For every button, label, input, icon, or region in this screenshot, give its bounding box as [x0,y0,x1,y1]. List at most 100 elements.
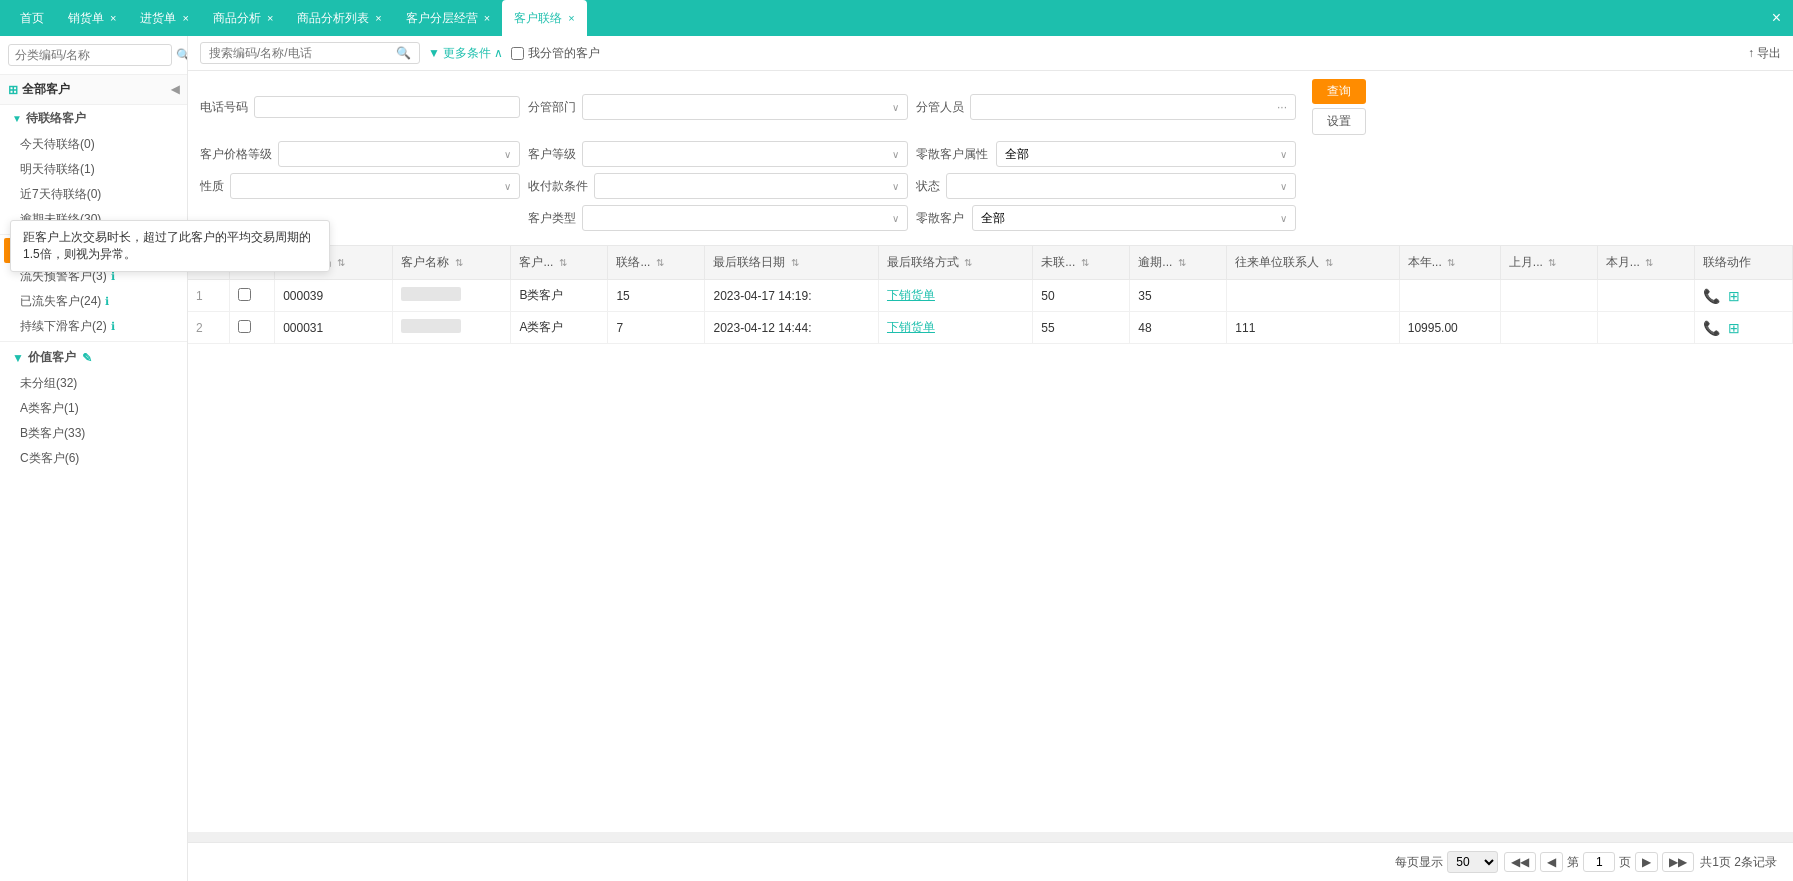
settings-button[interactable]: 设置 [1312,108,1366,135]
sidebar-item-class-b[interactable]: B类客户(33) [0,421,187,446]
page-number-input[interactable] [1583,852,1615,872]
query-button[interactable]: 查询 [1312,79,1366,104]
person-select[interactable]: ··· [970,94,1296,120]
info-icon[interactable]: ℹ [111,320,115,333]
value-customer-group[interactable]: ▼ 价值客户 ✎ [0,344,187,371]
col-last-contact-method[interactable]: 最后联络方式 ⇅ [878,246,1032,280]
edit-icon[interactable]: ✎ [82,351,92,365]
sidebar-item-ungrouped[interactable]: 未分组(32) [0,371,187,396]
col-contact-count[interactable]: 联络... ⇅ [608,246,705,280]
retail-attr-select[interactable]: 全部 ∨ [996,141,1296,167]
prev-page-button[interactable]: ◀ [1540,852,1563,872]
row-type-cell: A类客户 [511,312,608,344]
dept-select[interactable]: ∨ [582,94,908,120]
more-conditions-button[interactable]: ▼ 更多条件 ∧ [428,45,503,62]
contact-icon[interactable]: ⊞ [1728,320,1740,336]
data-table-container: ⚙ 客户编码 ⇅ 客户名称 ⇅ [188,246,1793,832]
sidebar-item-class-a[interactable]: A类客户(1) [0,396,187,421]
tab-product-analysis[interactable]: 商品分析 × [201,0,285,36]
col-last-month[interactable]: 上月... ⇅ [1500,246,1597,280]
sidebar-search-input[interactable] [8,44,172,66]
row-code-cell: 000031 [275,312,393,344]
sort-icon: ⇅ [1645,257,1653,268]
all-customers-header[interactable]: ⊞ 全部客户 ◀ [0,75,187,105]
row-checkbox-cell[interactable] [229,312,274,344]
tab-sales-order[interactable]: 销货单 × [56,0,128,36]
more-icon[interactable]: ··· [1277,100,1287,114]
row-checkbox[interactable] [238,320,251,333]
pagination-bar: 每页显示 50 100 200 ◀◀ ◀ 第 页 ▶ ▶▶ 共1页 2条记录 [188,842,1793,881]
sort-icon: ⇅ [1325,257,1333,268]
sidebar-item-declining[interactable]: 持续下滑客户(2) ℹ [0,314,187,339]
tab-product-analysis-list[interactable]: 商品分析列表 × [285,0,393,36]
search-icon[interactable]: 🔍 [396,46,411,60]
sidebar-item-today-pending[interactable]: 今天待联络(0) [0,132,187,157]
my-customer-check[interactable] [511,47,524,60]
search-icon[interactable]: 🔍 [176,48,188,62]
row-last-method-cell[interactable]: 下销货单 [878,280,1032,312]
status-select[interactable]: ∨ [946,173,1296,199]
gender-select[interactable]: ∨ [230,173,520,199]
pending-contact-group[interactable]: ▼ 待联络客户 [0,105,187,132]
close-icon[interactable]: × [568,12,574,24]
close-icon[interactable]: × [182,12,188,24]
col-last-contact-date[interactable]: 最后联络日期 ⇅ [705,246,879,280]
row-checkbox-cell[interactable] [229,280,274,312]
customer-level-filter: 客户等级 ∨ [528,141,908,167]
chevron-down-icon: ∨ [892,181,899,192]
info-icon[interactable]: ℹ [105,295,109,308]
col-customer-name[interactable]: 客户名称 ⇅ [393,246,511,280]
phone-icon[interactable]: 📞 [1703,320,1720,336]
row-checkbox[interactable] [238,288,251,301]
tab-customer-contact[interactable]: 客户联络 × [502,0,586,36]
col-customer-type[interactable]: 客户... ⇅ [511,246,608,280]
customer-type-select[interactable]: ∨ [582,205,908,231]
close-icon[interactable]: × [375,12,381,24]
search-input[interactable] [209,46,392,60]
close-icon[interactable]: × [267,12,273,24]
col-this-year[interactable]: 本年... ⇅ [1399,246,1500,280]
row-name-cell [393,280,511,312]
last-method-link[interactable]: 下销货单 [887,320,935,334]
close-icon[interactable]: × [484,12,490,24]
grid-icon: ⊞ [8,83,18,97]
sidebar-item-tomorrow-pending[interactable]: 明天待联络(1) [0,157,187,182]
tab-home[interactable]: 首页 [8,0,56,36]
col-overdue-days[interactable]: 逾期... ⇅ [1130,246,1227,280]
row-name-cell [393,312,511,344]
collapse-icon[interactable]: ◀ [171,83,179,96]
col-this-month[interactable]: 本月... ⇅ [1597,246,1694,280]
horizontal-scrollbar[interactable] [188,832,1793,842]
blurred-name [401,287,461,301]
price-level-select[interactable]: ∨ [278,141,520,167]
phone-icon[interactable]: 📞 [1703,288,1720,304]
last-method-link[interactable]: 下销货单 [887,288,935,302]
per-page-dropdown[interactable]: 50 100 200 [1447,851,1498,873]
customer-level-select[interactable]: ∨ [582,141,908,167]
sidebar-item-7days-pending[interactable]: 近7天待联络(0) [0,182,187,207]
last-page-button[interactable]: ▶▶ [1662,852,1694,872]
dept-filter: 分管部门 ∨ [528,94,908,120]
tab-purchase-order[interactable]: 进货单 × [128,0,200,36]
close-all-tabs-button[interactable]: × [1772,9,1781,27]
phone-input[interactable] [254,96,520,118]
sidebar-item-churned[interactable]: 已流失客户(24) ℹ [0,289,187,314]
my-customer-checkbox[interactable]: 我分管的客户 [511,45,600,62]
tab-customer-segmentation[interactable]: 客户分层经营 × [394,0,502,36]
chevron-down-icon: ∨ [892,149,899,160]
sort-icon: ⇅ [964,257,972,268]
first-page-button[interactable]: ◀◀ [1504,852,1536,872]
payment-select[interactable]: ∨ [594,173,908,199]
col-uncontact-days[interactable]: 未联... ⇅ [1033,246,1130,280]
row-action-cell: 📞 ⊞ [1694,280,1792,312]
export-button[interactable]: ↑ 导出 [1748,45,1781,62]
contact-icon[interactable]: ⊞ [1728,288,1740,304]
retail-customer-select[interactable]: 全部 ∨ [972,205,1296,231]
close-icon[interactable]: × [110,12,116,24]
sidebar-item-class-c[interactable]: C类客户(6) [0,446,187,471]
col-related-person[interactable]: 往来单位联系人 ⇅ [1227,246,1399,280]
next-page-button[interactable]: ▶ [1635,852,1658,872]
sort-icon: ⇅ [1081,257,1089,268]
gender-filter: 性质 ∨ [200,173,520,199]
row-last-method-cell[interactable]: 下销货单 [878,312,1032,344]
